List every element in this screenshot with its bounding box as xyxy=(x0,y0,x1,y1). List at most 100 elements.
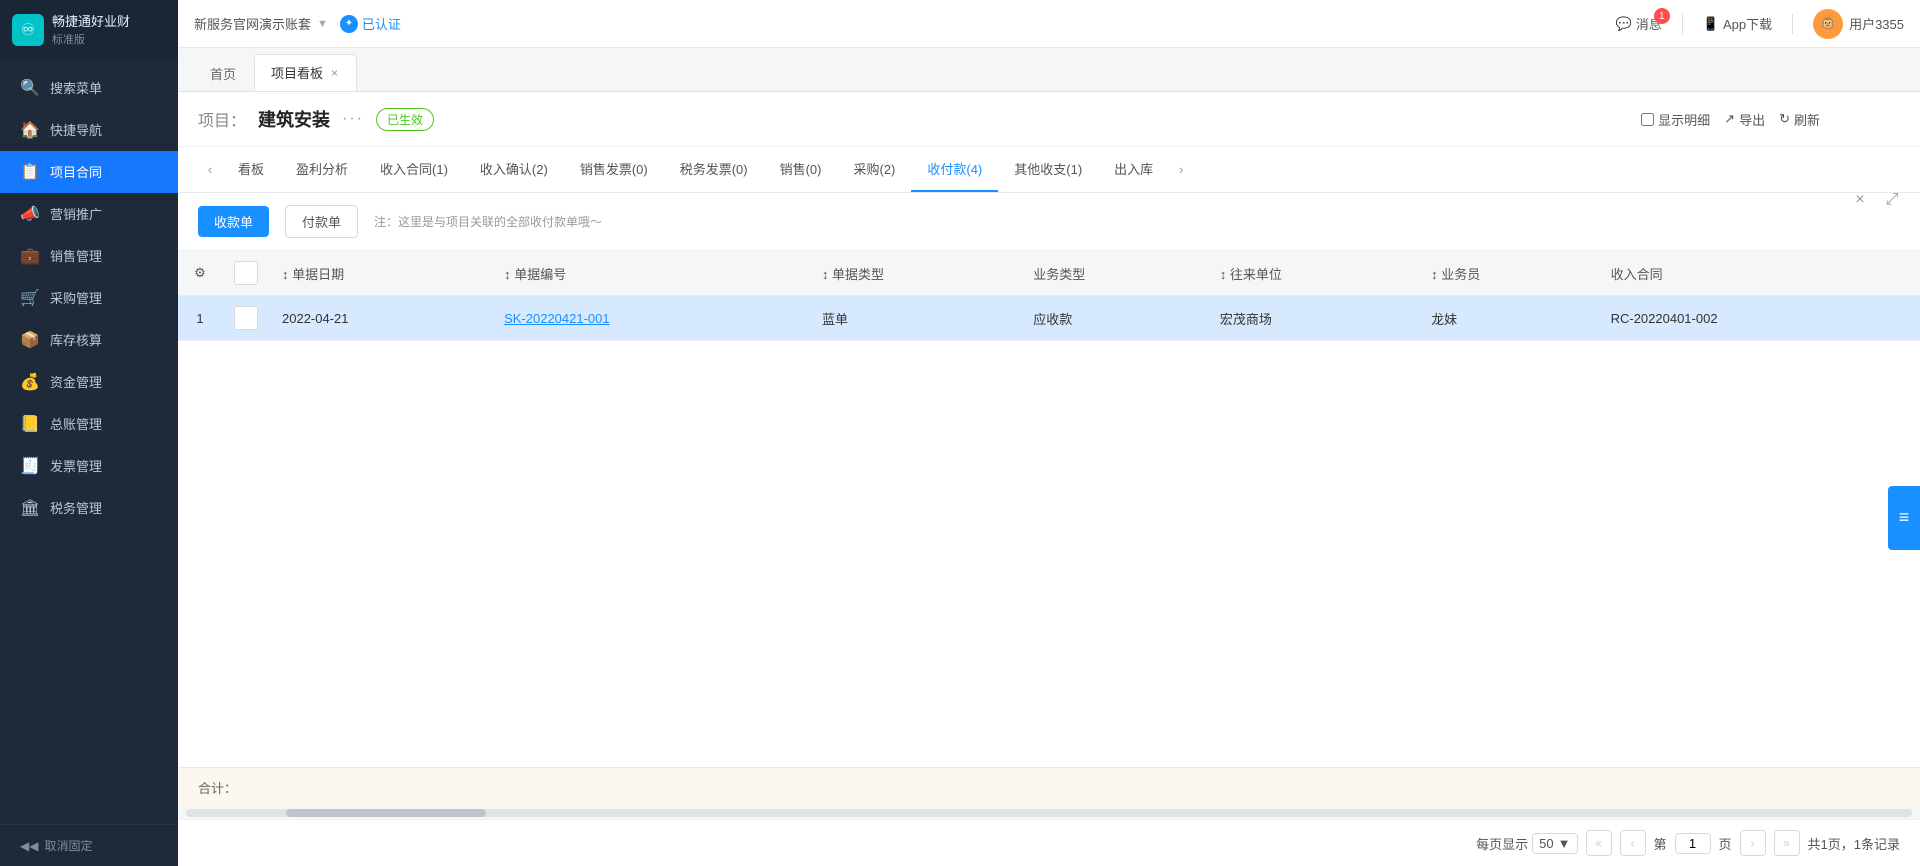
sidebar-item-采购管理[interactable]: 🛒 采购管理 xyxy=(0,277,178,319)
page-number-input[interactable] xyxy=(1675,833,1711,854)
sidebar-item-项目合同[interactable]: 📋项目合同 xyxy=(0,151,178,193)
next-page-button[interactable]: › xyxy=(1740,830,1766,856)
table-row: 1 2022-04-21 SK-20220421-001 蓝单 应收款 宏茂商场… xyxy=(178,296,1920,341)
th-type-label: ↕ 单据类型 xyxy=(822,267,884,282)
sidebar-item-发票管理[interactable]: 🧾发票管理 xyxy=(0,445,178,487)
pin-icon: ◀◀ xyxy=(20,839,38,853)
th-number[interactable]: ↕ 单据编号 xyxy=(492,251,810,296)
scrollbar-thumb[interactable] xyxy=(286,809,486,817)
settings-icon[interactable]: ⚙ xyxy=(194,265,206,280)
th-settings[interactable]: ⚙ xyxy=(178,251,222,296)
table-body: 1 2022-04-21 SK-20220421-001 蓝单 应收款 宏茂商场… xyxy=(178,296,1920,341)
prev-page-button[interactable]: ‹ xyxy=(1620,830,1646,856)
toggle-note: 注：这里是与项目关联的全部收付款单哦～ xyxy=(374,213,602,230)
subtab-8[interactable]: 收付款(4) xyxy=(911,147,998,192)
project-status-badge: 已生效 xyxy=(376,108,434,131)
app-download-button[interactable]: 📱 App下载 xyxy=(1703,14,1772,33)
sidebar-item-搜索菜单[interactable]: 🔍搜索菜单 xyxy=(0,67,178,109)
project-board-tab-label: 项目看板 xyxy=(271,63,323,82)
scrollbar-track xyxy=(186,809,1912,817)
subtab-1[interactable]: 盈利分析 xyxy=(280,147,364,192)
mobile-icon: 📱 xyxy=(1703,16,1719,32)
th-date[interactable]: ↕ 单据日期 xyxy=(270,251,492,296)
subtab-4[interactable]: 销售发票(0) xyxy=(564,147,664,192)
table-container: ⚙ ↕ 单据日期 ↕ 单据编号 ↕ 单据类型 xyxy=(178,251,1920,767)
nav-label-5: 采购管理 xyxy=(50,288,102,307)
show-detail-checkbox[interactable]: 显示明细 xyxy=(1641,110,1710,129)
app-logo: ♾ xyxy=(12,14,44,46)
th-salesperson[interactable]: ↕ 业务员 xyxy=(1419,251,1598,296)
sidebar-item-营销推广[interactable]: 📣营销推广 xyxy=(0,193,178,235)
sidebar-item-快捷导航[interactable]: 🏠 快捷导航 xyxy=(0,109,178,151)
nav-icon-8: 📒 xyxy=(20,414,40,434)
nav-label-1: 快捷导航 xyxy=(50,120,102,139)
row-salesperson: 龙妹 xyxy=(1419,296,1598,341)
sidebar-item-资金管理[interactable]: 💰资金管理 xyxy=(0,361,178,403)
payment-toggle-button[interactable]: 付款单 xyxy=(285,205,358,238)
export-label: 导出 xyxy=(1739,110,1765,129)
sidebar-item-税务管理[interactable]: 🏛税务管理 xyxy=(0,487,178,529)
subtab-prev-button[interactable]: ‹ xyxy=(198,158,222,182)
account-selector[interactable]: 新服务官网演示账套 ▼ xyxy=(194,14,328,33)
th-partner[interactable]: ↕ 往来单位 xyxy=(1208,251,1419,296)
tab-home[interactable]: 首页 xyxy=(194,56,252,91)
horizontal-scrollbar[interactable] xyxy=(178,807,1920,819)
nav-icon-6: 📦 xyxy=(20,330,40,350)
refresh-button[interactable]: ↻ 刷新 xyxy=(1779,110,1820,129)
subtab-2[interactable]: 收入合同(1) xyxy=(364,147,464,192)
messages-button[interactable]: 💬 消息 1 xyxy=(1616,14,1662,33)
th-type[interactable]: ↕ 单据类型 xyxy=(810,251,1021,296)
project-name: 建筑安装 xyxy=(258,106,330,132)
show-detail-label: 显示明细 xyxy=(1658,110,1710,129)
close-window-button[interactable]: × xyxy=(1848,188,1872,212)
subtab-10[interactable]: 出入库 xyxy=(1098,147,1169,192)
table-header-row: ⚙ ↕ 单据日期 ↕ 单据编号 ↕ 单据类型 xyxy=(178,251,1920,296)
nav-label-8: 总账管理 xyxy=(50,414,102,433)
sidebar-footer[interactable]: ◀◀ 取消固定 xyxy=(0,824,178,866)
export-button[interactable]: ↗ 导出 xyxy=(1724,110,1765,129)
collection-toggle-button[interactable]: 收款单 xyxy=(198,206,269,237)
tab-close-icon[interactable]: × xyxy=(329,66,340,80)
maximize-window-button[interactable]: ⤢ xyxy=(1880,188,1904,212)
row-number-link[interactable]: SK-20220421-001 xyxy=(504,311,610,326)
nav-icon-1: 🏠 xyxy=(20,120,40,140)
project-label: 项目： xyxy=(198,107,246,131)
nav-label-3: 营销推广 xyxy=(50,204,102,223)
row-partner: 宏茂商场 xyxy=(1208,296,1419,341)
sidebar: ♾ 畅捷通好业财 标准版 🔍搜索菜单🏠快捷导航📋项目合同📣营销推广💼销售管理🛒采… xyxy=(0,0,178,866)
more-options-button[interactable]: ··· xyxy=(342,110,364,128)
show-detail-input[interactable] xyxy=(1641,113,1654,126)
nav-icon-2: 📋 xyxy=(20,162,40,182)
row-checkbox[interactable] xyxy=(234,306,258,330)
sidebar-item-库存核算[interactable]: 📦库存核算 xyxy=(0,319,178,361)
float-right-button[interactable]: ≡ xyxy=(1888,486,1920,550)
subtab-6[interactable]: 销售(0) xyxy=(764,147,838,192)
sidebar-item-总账管理[interactable]: 📒 总账管理 xyxy=(0,403,178,445)
project-actions: 显示明细 ↗ 导出 ↻ 刷新 xyxy=(1641,110,1900,129)
subtab-5[interactable]: 税务发票(0) xyxy=(664,147,764,192)
row-biz-type: 应收款 xyxy=(1021,296,1208,341)
page-size-dropdown[interactable]: 50 ▼ xyxy=(1532,833,1577,854)
nav-icon-5: 🛒 xyxy=(20,288,40,308)
subtab-0[interactable]: 看板 xyxy=(222,147,280,192)
cancel-pin-label: 取消固定 xyxy=(44,837,92,854)
avatar: 🐵 xyxy=(1813,9,1843,39)
subtab-9[interactable]: 其他收支(1) xyxy=(998,147,1098,192)
first-page-button[interactable]: « xyxy=(1586,830,1612,856)
nav-label-0: 搜索菜单 xyxy=(50,78,102,97)
table-header: ⚙ ↕ 单据日期 ↕ 单据编号 ↕ 单据类型 xyxy=(178,251,1920,296)
nav-label-4: 销售管理 xyxy=(50,246,102,265)
row-num: 1 xyxy=(178,296,222,341)
user-menu[interactable]: 🐵 用户3355 xyxy=(1813,9,1904,39)
last-page-button[interactable]: » xyxy=(1774,830,1800,856)
subtab-7[interactable]: 采购(2) xyxy=(837,147,911,192)
nav-icon-10: 🏛 xyxy=(20,498,40,518)
subtab-next-button[interactable]: › xyxy=(1169,158,1193,182)
shield-icon: ✦ xyxy=(340,15,358,33)
subtab-3[interactable]: 收入确认(2) xyxy=(464,147,564,192)
tab-project-board[interactable]: 项目看板 × xyxy=(254,54,357,91)
per-page-label: 每页显示 xyxy=(1476,834,1528,853)
sidebar-item-销售管理[interactable]: 💼销售管理 xyxy=(0,235,178,277)
row-date: 2022-04-21 xyxy=(270,296,492,341)
header-checkbox[interactable] xyxy=(234,261,258,285)
